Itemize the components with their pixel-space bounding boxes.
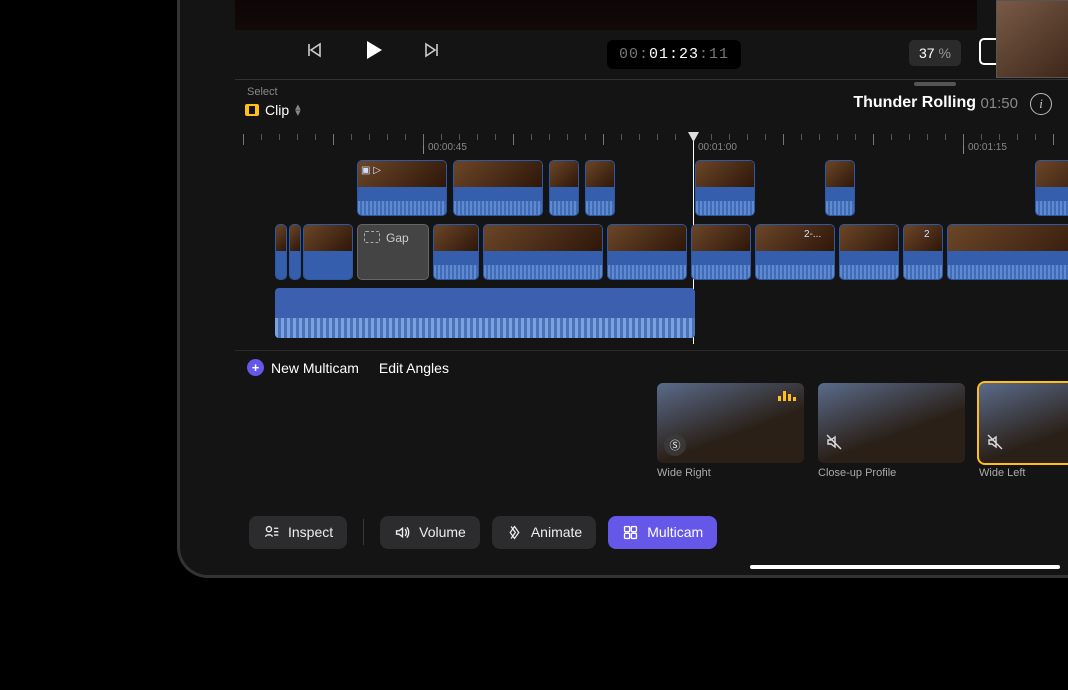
inspect-button[interactable]: Inspect	[249, 516, 347, 549]
timeline-clip[interactable]	[607, 224, 687, 280]
zoom-unit: %	[938, 45, 950, 61]
timeline-clip[interactable]	[1035, 160, 1068, 216]
timeline-clip[interactable]	[275, 224, 287, 280]
timeline-clip[interactable]	[303, 224, 353, 280]
editor-window: 00:01:23:11 37 % Select Clip ▴▾ Thunder …	[180, 0, 1068, 575]
inspect-label: Inspect	[288, 524, 333, 540]
selection-mode-label: Clip	[265, 102, 289, 118]
info-icon[interactable]: i	[1030, 93, 1052, 115]
volume-button[interactable]: Volume	[380, 516, 480, 549]
timeline-clip[interactable]	[825, 160, 855, 216]
audio-meter-icon	[778, 389, 796, 401]
tc-minsec: 01:23	[649, 46, 699, 63]
play-icon[interactable]	[361, 38, 385, 62]
project-duration: 01:50	[980, 95, 1018, 112]
tc-frames: :11	[699, 46, 729, 63]
gap-icon	[364, 231, 380, 243]
chevron-updown-icon: ▴▾	[295, 104, 301, 116]
angle-label: Wide Left	[979, 467, 1068, 479]
zoom-value: 37	[919, 45, 935, 61]
timeline-clip[interactable]	[549, 160, 579, 216]
mute-icon	[825, 433, 843, 456]
timeline-clip[interactable]	[585, 160, 615, 216]
volume-label: Volume	[419, 524, 466, 540]
primary-lane: Gap 2-... 2	[235, 224, 1068, 280]
multicam-button[interactable]: Multicam	[608, 516, 717, 549]
source-badge-icon: Ⓢ	[664, 434, 686, 456]
drag-handle[interactable]	[914, 82, 956, 86]
bottom-toolbar: Inspect Volume Animate Multicam	[235, 511, 1068, 553]
project-header: Select Clip ▴▾ Thunder Rolling 01:50 i	[235, 84, 1068, 132]
timeline-clip[interactable]: 2	[903, 224, 943, 280]
multicam-icon	[622, 524, 639, 541]
project-title: Thunder Rolling	[853, 94, 976, 112]
multicam-angle[interactable]: Ⓢ Wide Right	[657, 383, 804, 479]
timeline-clip[interactable]: 2-...	[755, 224, 835, 280]
volume-icon	[394, 524, 411, 541]
timeline-clip[interactable]	[695, 160, 755, 216]
tc-hours: 00:	[619, 46, 649, 63]
multicam-angle-selected[interactable]: Wide Left	[979, 383, 1068, 479]
timeline-clip[interactable]: ▣ ▷	[357, 160, 447, 216]
animate-button[interactable]: Animate	[492, 516, 596, 549]
timeline-clip[interactable]	[691, 224, 751, 280]
angle-label: Wide Right	[657, 467, 804, 479]
animate-label: Animate	[531, 524, 582, 540]
new-multicam-button[interactable]: + New Multicam	[247, 359, 359, 376]
mute-icon	[986, 433, 1004, 456]
timeline-clip[interactable]	[947, 224, 1068, 280]
ruler-mark: 00:01:15	[963, 142, 1007, 154]
timeline-clip[interactable]	[289, 224, 301, 280]
angle-label: Close-up Profile	[818, 467, 965, 479]
audio-clip[interactable]	[275, 288, 695, 338]
plus-icon: +	[247, 359, 264, 376]
ruler-mark: 00:01:00	[693, 142, 737, 154]
gap-label: Gap	[386, 231, 409, 245]
selection-mode-picker[interactable]: Clip ▴▾	[245, 102, 301, 118]
new-multicam-label: New Multicam	[271, 360, 359, 376]
edit-angles-button[interactable]: Edit Angles	[379, 360, 449, 376]
timeline-clip[interactable]	[483, 224, 603, 280]
timeline-ruler[interactable]: 00:00:45 00:01:00 00:01:15	[235, 134, 1068, 158]
connected-lane: ▣ ▷	[235, 160, 1068, 216]
zoom-control[interactable]: 37 %	[909, 40, 961, 66]
animate-icon	[506, 524, 523, 541]
skip-forward-icon[interactable]	[423, 41, 441, 59]
clip-icon	[245, 104, 259, 116]
secondary-viewer-thumb[interactable]	[996, 0, 1068, 78]
home-indicator[interactable]	[750, 565, 1060, 569]
inspect-icon	[263, 524, 280, 541]
select-label: Select	[247, 86, 278, 98]
transport-controls	[305, 38, 441, 62]
divider	[363, 519, 364, 545]
timecode-display[interactable]: 00:01:23:11	[607, 40, 741, 69]
multicam-angle[interactable]: Close-up Profile	[818, 383, 965, 479]
audio-lane	[235, 288, 1068, 338]
ruler-mark: 00:00:45	[423, 142, 467, 154]
gap-clip[interactable]: Gap	[357, 224, 429, 280]
multicam-panel: + New Multicam Edit Angles Ⓢ Wide Right …	[235, 350, 1068, 490]
skip-back-icon[interactable]	[305, 41, 323, 59]
timeline-clip[interactable]	[433, 224, 479, 280]
timeline-clip[interactable]	[453, 160, 543, 216]
timeline-clip[interactable]	[839, 224, 899, 280]
viewer-bar: 00:01:23:11 37 %	[235, 0, 1068, 80]
multicam-label: Multicam	[647, 524, 703, 540]
timeline[interactable]: ▣ ▷ Gap 2-... 2	[235, 160, 1068, 350]
